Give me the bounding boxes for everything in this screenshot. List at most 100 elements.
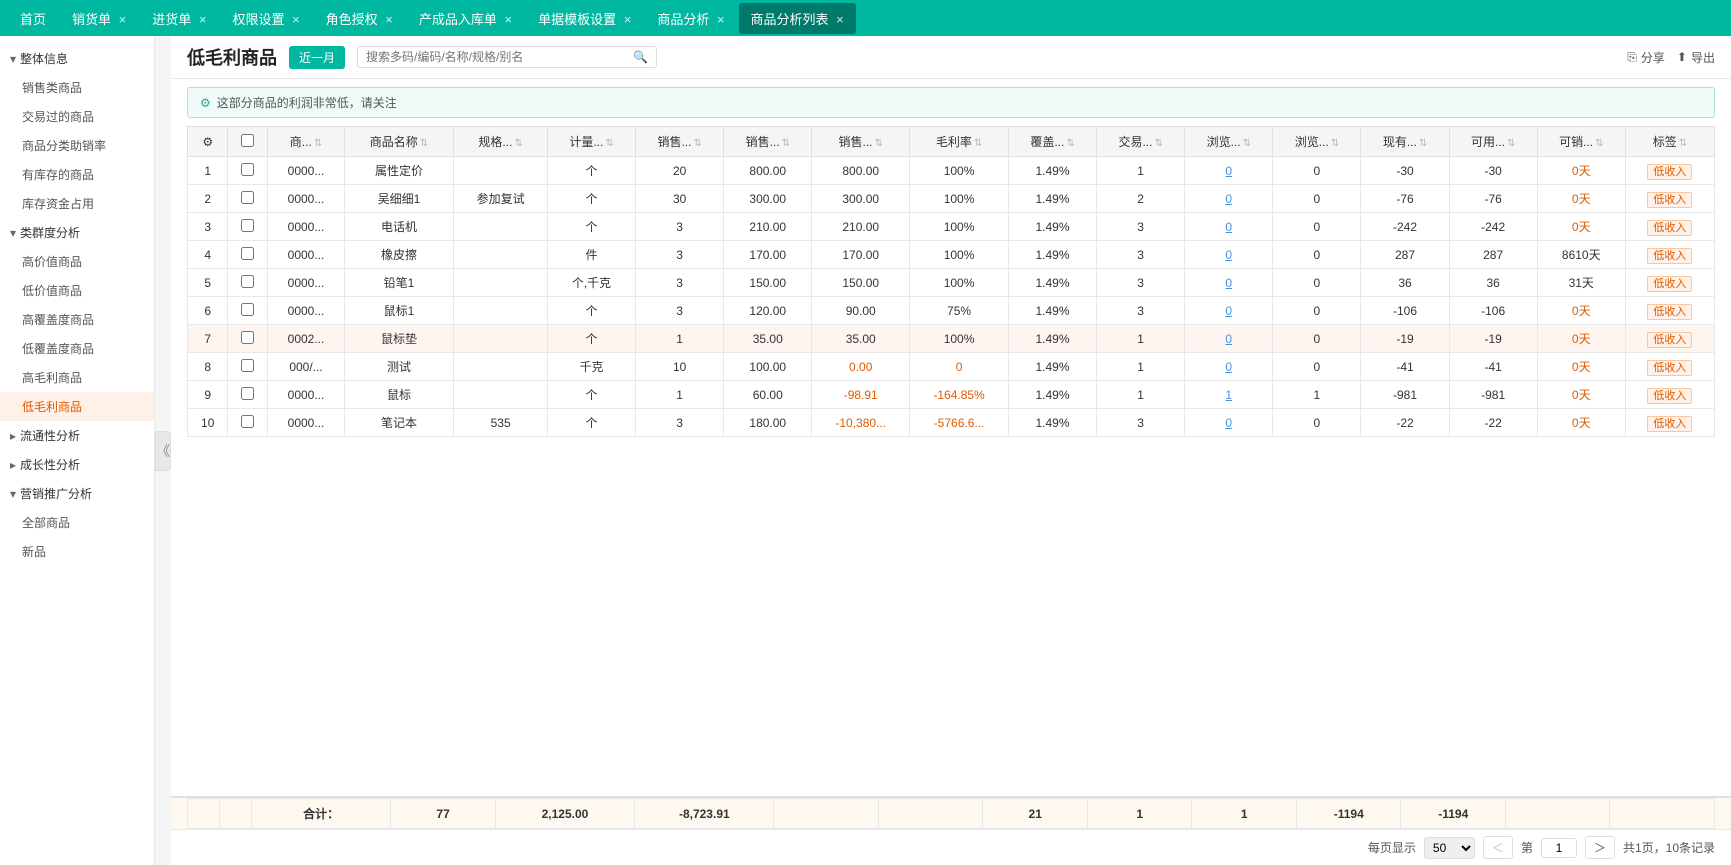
row-select-checkbox[interactable] xyxy=(241,275,254,288)
search-input[interactable] xyxy=(366,50,629,64)
nav-permission[interactable]: 权限设置 × xyxy=(220,3,311,34)
row-select-checkbox[interactable] xyxy=(241,219,254,232)
col-available[interactable]: 可用...⇅ xyxy=(1449,127,1537,157)
sidebar-item-low-value[interactable]: 低价值商品 xyxy=(0,276,154,305)
sidebar-item-in-stock[interactable]: 有库存的商品 xyxy=(0,160,154,189)
col-gross-margin[interactable]: 毛利率⇅ xyxy=(910,127,1009,157)
export-icon: ⬆ xyxy=(1677,50,1687,64)
nav-sales-order[interactable]: 销货单 × xyxy=(60,3,138,34)
col-trade[interactable]: 交易...⇅ xyxy=(1097,127,1185,157)
row-sales-price: 800.00 xyxy=(724,157,812,185)
col-unit[interactable]: 计量...⇅ xyxy=(547,127,635,157)
total-view2: 1 xyxy=(1192,799,1297,829)
sidebar-item-all-products[interactable]: 全部商品 xyxy=(0,508,154,537)
sidebar-section-circulation[interactable]: ▸ 流通性分析 xyxy=(0,421,154,450)
row-checkbox[interactable] xyxy=(228,157,268,185)
row-name: 橡皮擦 xyxy=(344,241,454,269)
nav-product-inbound[interactable]: 产成品入库单 × xyxy=(407,3,524,34)
row-checkbox[interactable] xyxy=(228,353,268,381)
next-page-button[interactable]: ＞ xyxy=(1585,836,1615,859)
row-select-checkbox[interactable] xyxy=(241,247,254,260)
col-saleable[interactable]: 可销...⇅ xyxy=(1537,127,1625,157)
row-name: 铅笔1 xyxy=(344,269,454,297)
sidebar-item-category-sales-rate[interactable]: 商品分类助销率 xyxy=(0,131,154,160)
sidebar-item-traded-products[interactable]: 交易过的商品 xyxy=(0,102,154,131)
nav-home[interactable]: 首页 xyxy=(8,3,58,34)
row-current: -19 xyxy=(1361,325,1449,353)
row-sales-amount: 300.00 xyxy=(812,185,910,213)
sidebar-section-marketing[interactable]: ▾ 营销推广分析 xyxy=(0,479,154,508)
row-coverage: 1.49% xyxy=(1008,381,1096,409)
sidebar-item-high-value[interactable]: 高价值商品 xyxy=(0,247,154,276)
row-checkbox[interactable] xyxy=(228,325,268,353)
row-checkbox[interactable] xyxy=(228,297,268,325)
row-trade: 3 xyxy=(1097,409,1185,437)
row-view1[interactable]: 0 xyxy=(1185,325,1273,353)
sidebar-section-overall[interactable]: ▾ 整体信息 xyxy=(0,44,154,73)
row-view1[interactable]: 0 xyxy=(1185,213,1273,241)
date-filter-button[interactable]: 近一月 xyxy=(289,46,345,69)
row-checkbox[interactable] xyxy=(228,213,268,241)
row-select-checkbox[interactable] xyxy=(241,415,254,428)
row-view1[interactable]: 0 xyxy=(1185,269,1273,297)
row-view1[interactable]: 0 xyxy=(1185,409,1273,437)
prev-page-button[interactable]: ＜ xyxy=(1483,836,1513,859)
row-view1[interactable]: 0 xyxy=(1185,241,1273,269)
row-checkbox[interactable] xyxy=(228,381,268,409)
col-code[interactable]: 商...⇅ xyxy=(268,127,344,157)
row-view1[interactable]: 0 xyxy=(1185,353,1273,381)
nav-product-analysis-list[interactable]: 商品分析列表 × xyxy=(739,3,856,34)
sidebar-item-low-margin[interactable]: 低毛利商品 xyxy=(0,392,154,421)
row-select-checkbox[interactable] xyxy=(241,191,254,204)
nav-purchase-order[interactable]: 进货单 × xyxy=(140,3,218,34)
col-name[interactable]: 商品名称⇅ xyxy=(344,127,454,157)
col-sales-price[interactable]: 销售...⇅ xyxy=(724,127,812,157)
row-select-checkbox[interactable] xyxy=(241,331,254,344)
row-view2: 0 xyxy=(1273,185,1361,213)
row-view1[interactable]: 0 xyxy=(1185,157,1273,185)
page-input[interactable] xyxy=(1541,838,1577,858)
row-select-checkbox[interactable] xyxy=(241,163,254,176)
col-view1[interactable]: 浏览...⇅ xyxy=(1185,127,1273,157)
sidebar-collapse-button[interactable]: 《 xyxy=(155,431,171,471)
share-button[interactable]: ⎘ 分享 xyxy=(1627,49,1665,66)
table-row: 7 0002... 鼠标垫 个 1 35.00 35.00 100% 1.49%… xyxy=(188,325,1715,353)
sidebar-item-high-margin[interactable]: 高毛利商品 xyxy=(0,363,154,392)
row-view1[interactable]: 1 xyxy=(1185,381,1273,409)
sidebar-item-low-coverage[interactable]: 低覆盖度商品 xyxy=(0,334,154,363)
export-button[interactable]: ⬆ 导出 xyxy=(1677,49,1715,66)
row-view1[interactable]: 0 xyxy=(1185,185,1273,213)
col-coverage[interactable]: 覆盖...⇅ xyxy=(1008,127,1096,157)
col-spec[interactable]: 规格...⇅ xyxy=(454,127,548,157)
row-tag: 低收入 xyxy=(1625,409,1714,437)
col-sales-amount[interactable]: 销售...⇅ xyxy=(812,127,910,157)
nav-template-setting[interactable]: 单据模板设置 × xyxy=(526,3,643,34)
nav-role-auth[interactable]: 角色授权 × xyxy=(314,3,405,34)
row-select-checkbox[interactable] xyxy=(241,387,254,400)
row-view1[interactable]: 0 xyxy=(1185,297,1273,325)
row-select-checkbox[interactable] xyxy=(241,359,254,372)
col-tag[interactable]: 标签⇅ xyxy=(1625,127,1714,157)
col-view2[interactable]: 浏览...⇅ xyxy=(1273,127,1361,157)
row-checkbox[interactable] xyxy=(228,185,268,213)
search-icon[interactable]: 🔍 xyxy=(633,50,648,64)
col-sales-qty[interactable]: 销售...⇅ xyxy=(636,127,724,157)
per-page-select[interactable]: 50 20 100 xyxy=(1424,837,1475,859)
row-gross-margin: 75% xyxy=(910,297,1009,325)
sidebar-section-cluster[interactable]: ▾ 类群度分析 xyxy=(0,218,154,247)
sidebar-item-new-products[interactable]: 新品 xyxy=(0,537,154,566)
sidebar-section-growth[interactable]: ▸ 成长性分析 xyxy=(0,450,154,479)
row-checkbox[interactable] xyxy=(228,409,268,437)
nav-product-analysis[interactable]: 商品分析 × xyxy=(645,3,736,34)
col-settings[interactable]: ⚙ xyxy=(188,127,228,157)
row-checkbox[interactable] xyxy=(228,269,268,297)
row-view2: 0 xyxy=(1273,325,1361,353)
col-current[interactable]: 现有...⇅ xyxy=(1361,127,1449,157)
sidebar-item-sales-products[interactable]: 销售类商品 xyxy=(0,73,154,102)
select-all-checkbox[interactable] xyxy=(241,134,254,147)
row-coverage: 1.49% xyxy=(1008,241,1096,269)
row-select-checkbox[interactable] xyxy=(241,303,254,316)
sidebar-item-high-coverage[interactable]: 高覆盖度商品 xyxy=(0,305,154,334)
sidebar-item-inventory-capital[interactable]: 库存资金占用 xyxy=(0,189,154,218)
row-checkbox[interactable] xyxy=(228,241,268,269)
